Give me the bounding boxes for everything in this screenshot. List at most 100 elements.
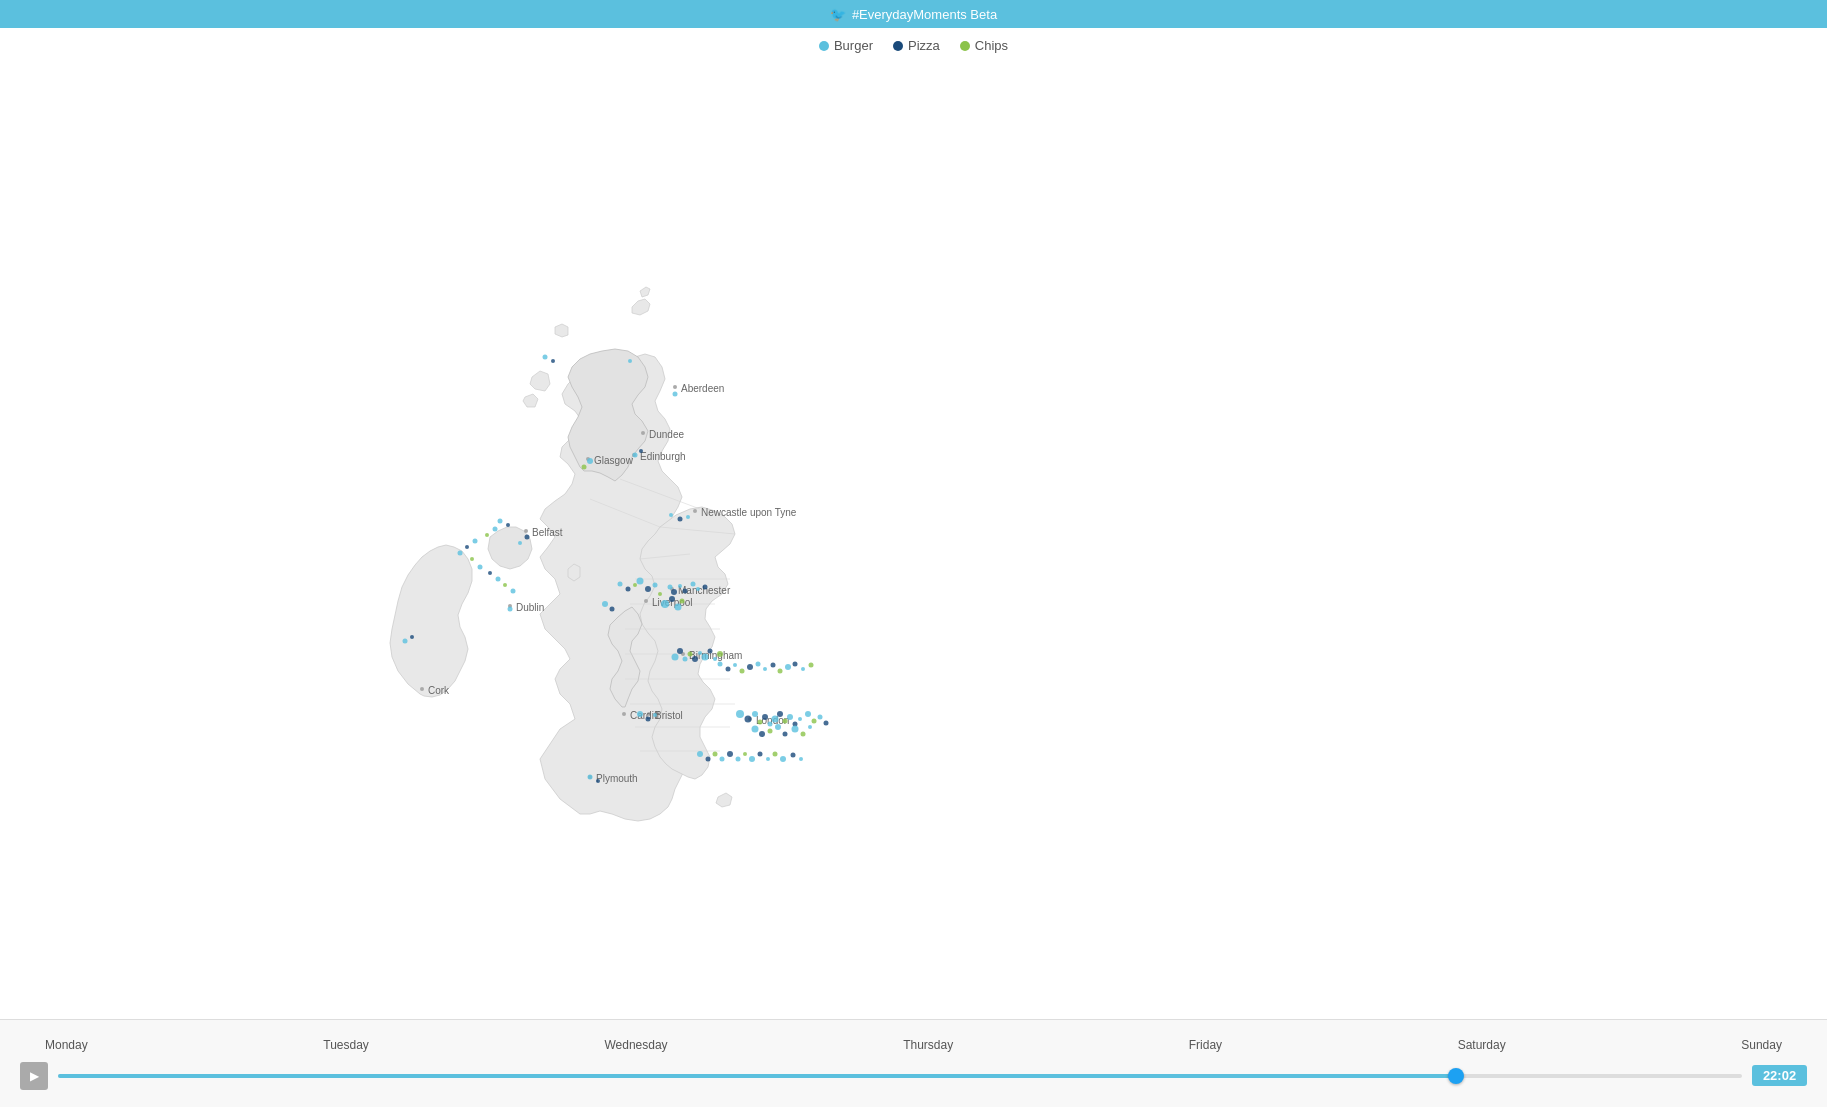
tweet-dot xyxy=(683,589,688,594)
legend-chips: Chips xyxy=(960,38,1008,53)
tweet-dot xyxy=(683,657,688,662)
city-label: Plymouth xyxy=(596,773,638,784)
tweet-dot xyxy=(626,587,631,592)
city-dot xyxy=(693,509,697,513)
tweet-dot xyxy=(798,717,802,721)
tweet-dot xyxy=(720,757,725,762)
city-label: Edinburgh xyxy=(640,451,686,462)
tweet-dot xyxy=(602,601,608,607)
burger-dot xyxy=(819,41,829,51)
city-dot xyxy=(644,599,648,603)
tweet-dot xyxy=(801,732,806,737)
tweet-dot xyxy=(768,729,773,734)
pizza-label: Pizza xyxy=(908,38,940,53)
play-button[interactable]: ▶ xyxy=(20,1062,48,1090)
tweet-dot xyxy=(792,726,799,733)
slider-track[interactable] xyxy=(58,1074,1742,1078)
tweet-dot xyxy=(610,607,615,612)
tweet-dot xyxy=(628,359,632,363)
header-title: #EverydayMoments Beta xyxy=(852,7,997,22)
tweet-dot xyxy=(812,719,817,724)
tweet-dot xyxy=(671,589,677,595)
tweet-dot xyxy=(503,583,507,587)
tweet-dot xyxy=(465,545,469,549)
tweet-dot xyxy=(680,599,685,604)
tweet-dot xyxy=(763,667,767,671)
tweet-dot xyxy=(777,711,783,717)
chips-dot xyxy=(960,41,970,51)
tweet-dot xyxy=(478,565,483,570)
tweet-dot xyxy=(498,519,503,524)
slider-thumb[interactable] xyxy=(1448,1068,1464,1084)
tweet-dot xyxy=(780,756,786,762)
tweet-dot xyxy=(596,779,600,783)
tweet-dot xyxy=(718,662,723,667)
tweet-dot xyxy=(733,663,737,667)
burger-label: Burger xyxy=(834,38,873,53)
tweet-dot xyxy=(678,517,683,522)
tweet-dot xyxy=(736,757,741,762)
tweet-dot xyxy=(752,726,759,733)
tweet-dot xyxy=(791,753,796,758)
day-sunday: Sunday xyxy=(1741,1038,1782,1052)
tweet-dot xyxy=(785,664,791,670)
tweet-dot xyxy=(653,713,657,717)
tweet-dot xyxy=(470,557,474,561)
tweet-dot xyxy=(708,649,713,654)
tweet-dot xyxy=(661,600,669,608)
tweet-dot xyxy=(752,711,758,717)
tweet-dot xyxy=(758,752,763,757)
tweet-dot xyxy=(473,539,478,544)
tweet-dot xyxy=(787,714,793,720)
tweet-dot xyxy=(736,710,744,718)
slider-fill xyxy=(58,1074,1456,1078)
tweet-dot xyxy=(713,657,717,661)
tweet-dot xyxy=(543,355,548,360)
tweet-dot xyxy=(818,715,823,720)
timeline[interactable]: Monday Tuesday Wednesday Thursday Friday… xyxy=(0,1019,1827,1107)
tweet-dot xyxy=(488,571,492,575)
tweet-dot xyxy=(809,663,814,668)
timeline-labels: Monday Tuesday Wednesday Thursday Friday… xyxy=(20,1038,1807,1052)
legend-burger: Burger xyxy=(819,38,873,53)
tweet-dot xyxy=(518,541,522,545)
tweet-dot xyxy=(582,465,587,470)
tweet-dot xyxy=(691,582,696,587)
map-svg xyxy=(0,59,1827,1019)
tweet-dot xyxy=(677,648,683,654)
pizza-dot xyxy=(893,41,903,51)
legend: Burger Pizza Chips xyxy=(0,28,1827,59)
chips-label: Chips xyxy=(975,38,1008,53)
tweet-dot xyxy=(747,664,753,670)
city-label: Glasgow xyxy=(594,455,633,466)
tweet-dot xyxy=(673,392,678,397)
tweet-dot xyxy=(506,523,510,527)
tweet-dot xyxy=(633,453,638,458)
day-saturday: Saturday xyxy=(1458,1038,1506,1052)
tweet-dot xyxy=(706,757,711,762)
tweet-dot xyxy=(658,592,662,596)
tweet-dot xyxy=(511,589,516,594)
tweet-dot xyxy=(758,720,763,725)
tweet-dot xyxy=(669,596,675,602)
tweet-dot xyxy=(783,732,788,737)
city-dot xyxy=(622,712,626,716)
tweet-dot xyxy=(762,714,768,720)
tweet-dot xyxy=(692,656,698,662)
tweet-dot xyxy=(637,711,643,717)
tweet-dot xyxy=(778,669,783,674)
tweet-dot xyxy=(645,586,651,592)
tweet-dot xyxy=(775,724,781,730)
app-header: 🐦 #EverydayMoments Beta xyxy=(0,0,1827,28)
tweet-dot xyxy=(703,585,708,590)
tweet-dot xyxy=(686,515,690,519)
tweet-dot xyxy=(675,604,682,611)
tweet-dot xyxy=(743,752,747,756)
tweet-dot xyxy=(801,667,805,671)
tweet-dot xyxy=(740,669,745,674)
city-label: Aberdeen xyxy=(681,383,724,394)
day-wednesday: Wednesday xyxy=(604,1038,667,1052)
tweet-dot xyxy=(410,635,414,639)
tweet-dot xyxy=(637,578,644,585)
city-dot xyxy=(673,385,677,389)
